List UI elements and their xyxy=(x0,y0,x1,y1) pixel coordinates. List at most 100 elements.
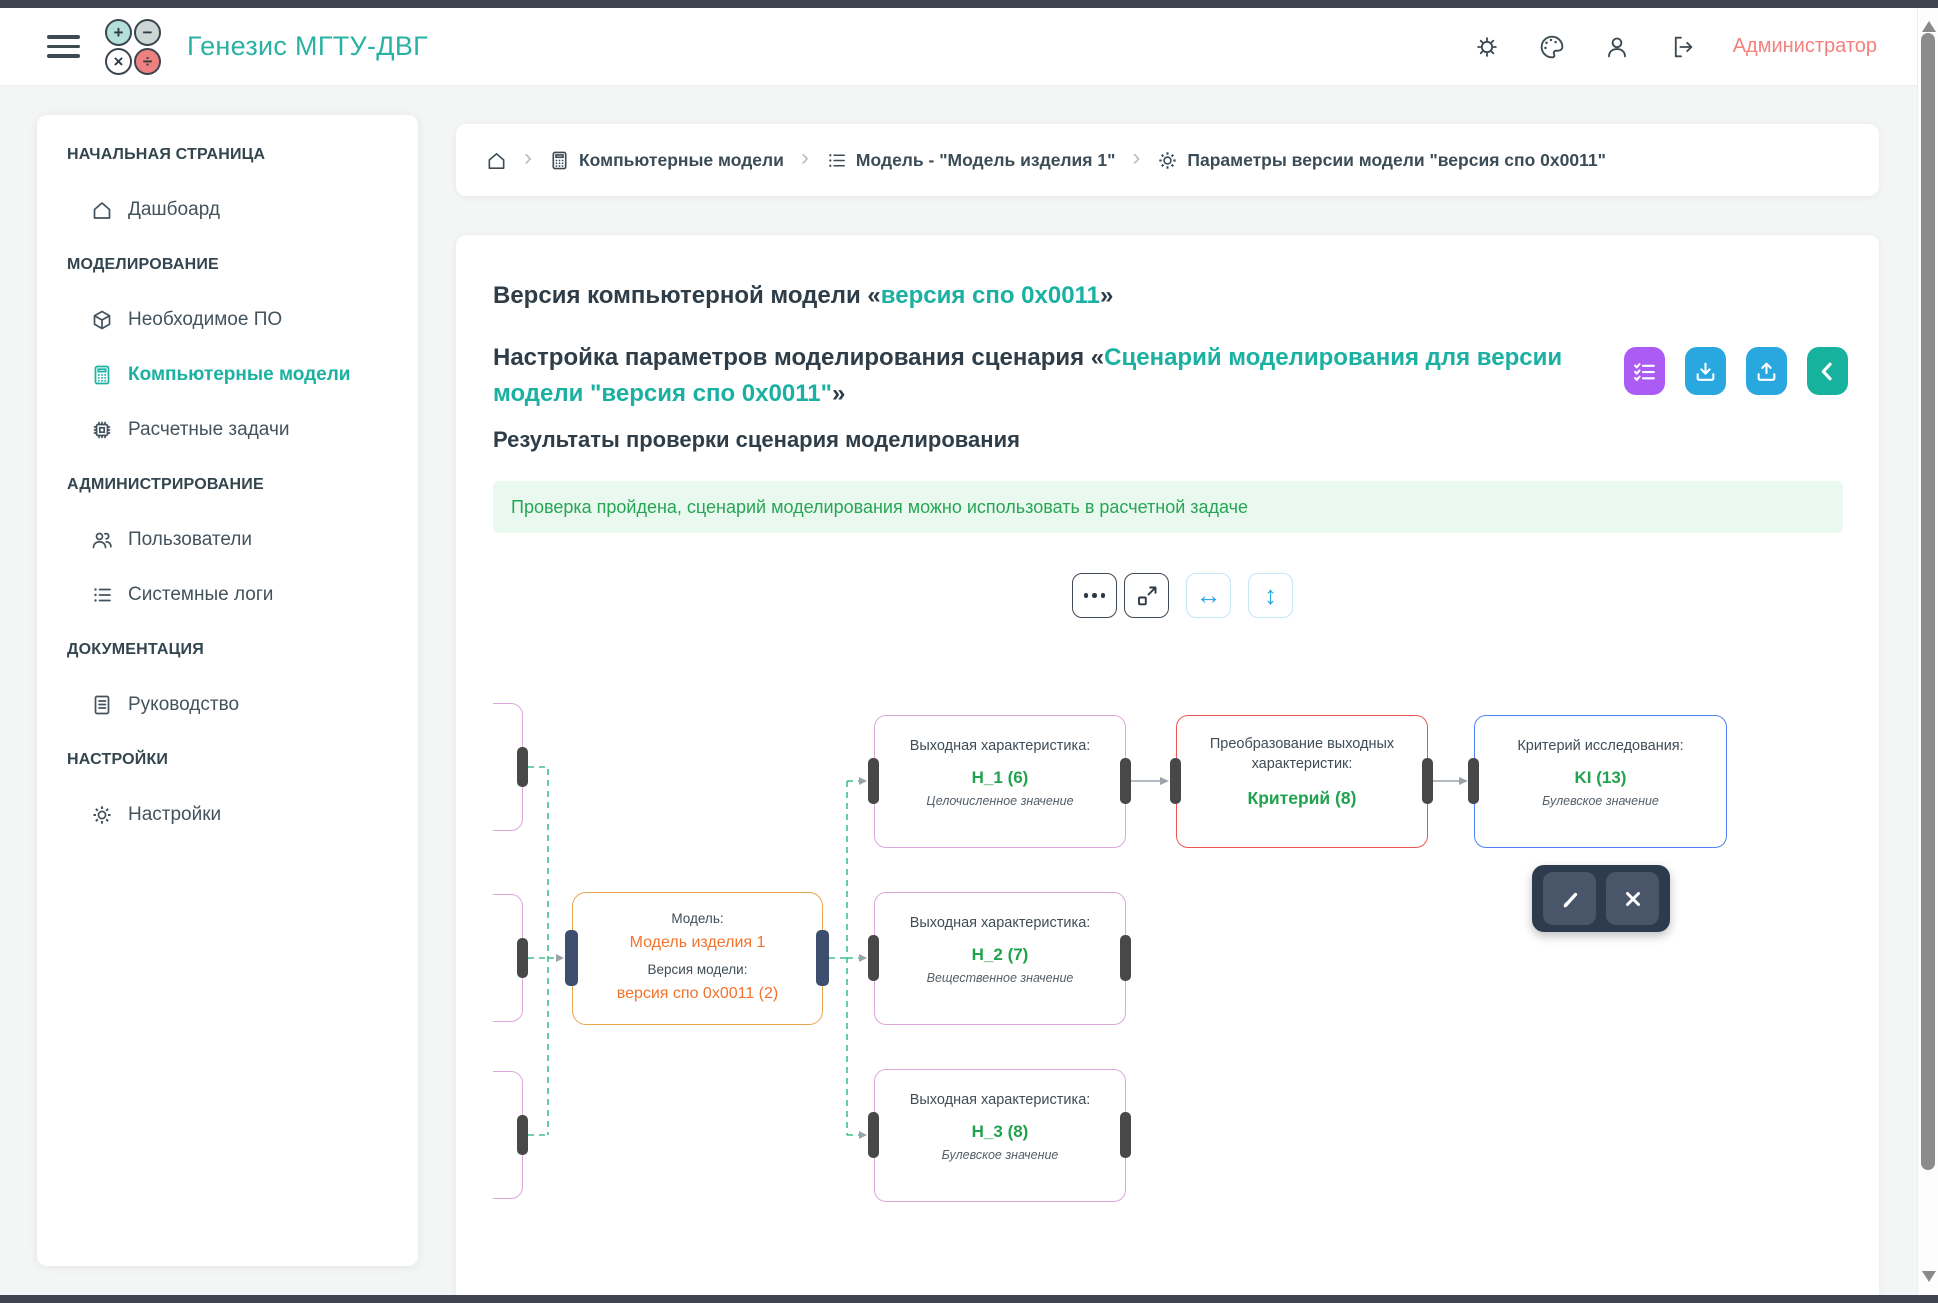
output-node-type: Целочисленное значение xyxy=(926,794,1074,808)
output-node-h3[interactable]: Выходная характеристика: Н_3 (8) Булевск… xyxy=(874,1069,1126,1202)
connection-port[interactable] xyxy=(1468,758,1479,804)
upload-icon xyxy=(1757,362,1776,381)
connection-port[interactable] xyxy=(1120,1112,1131,1158)
checklist-icon xyxy=(1634,362,1655,381)
sidebar-item-dashboard[interactable]: Дашбоард xyxy=(67,182,418,237)
log-list-icon xyxy=(94,587,111,602)
connection-port[interactable] xyxy=(868,1112,879,1158)
users-icon xyxy=(92,532,112,548)
version-title: Версия компьютерной модели «версия спо 0… xyxy=(493,282,1114,309)
model-list-icon xyxy=(829,153,845,167)
sidebar-item-required-software[interactable]: Необходимое ПО xyxy=(67,292,418,347)
sidebar-section-modeling: МОДЕЛИРОВАНИЕ xyxy=(67,255,219,273)
fit-view-button[interactable] xyxy=(1124,573,1169,618)
collapse-back-button[interactable] xyxy=(1807,347,1848,395)
criterion-node-type: Булевское значение xyxy=(1542,794,1659,808)
horizontal-arrows-icon: ↔ xyxy=(1195,580,1222,610)
scroll-down-arrow[interactable] xyxy=(1922,1271,1936,1282)
home-icon xyxy=(93,201,111,219)
sidebar-section-documentation: ДОКУМЕНТАЦИЯ xyxy=(67,640,204,658)
logout-icon[interactable] xyxy=(1668,32,1697,61)
cube-icon xyxy=(93,310,111,329)
output-node-type: Вещественное значение xyxy=(926,971,1074,985)
sidebar-section-settings: НАСТРОЙКИ xyxy=(67,750,169,768)
connection-port[interactable] xyxy=(1120,935,1131,981)
scenario-parameters-button[interactable] xyxy=(1624,347,1665,395)
breadcrumb: › Компьютерные модели › Модель - "Модель… xyxy=(456,124,1879,196)
chevron-right-icon: › xyxy=(1132,144,1141,171)
criterion-node-name: KI (13) xyxy=(1574,768,1627,787)
model-version-label: Версия модели: xyxy=(647,962,748,977)
scenario-action-buttons xyxy=(1624,347,1848,395)
logo-multiply-circle: × xyxy=(105,47,132,75)
app-title: Генезис МГТУ-ДВГ xyxy=(187,31,429,61)
sidebar-item-computer-models[interactable]: Компьютерные модели xyxy=(67,347,418,402)
scenario-title: Настройка параметров моделирования сцена… xyxy=(493,344,1563,407)
app-logo: + − × ÷ xyxy=(105,18,161,75)
output-node-h1[interactable]: Выходная характеристика: Н_1 (6) Целочис… xyxy=(874,715,1126,848)
upload-scenario-button[interactable] xyxy=(1746,347,1787,395)
sidebar-item-calculation-tasks[interactable]: Расчетные задачи xyxy=(67,402,418,457)
connection-port[interactable] xyxy=(868,758,879,804)
results-title: Результаты проверки сценария моделирован… xyxy=(493,427,1020,452)
transform-node-name: Критерий (8) xyxy=(1247,788,1357,808)
output-node-h2[interactable]: Выходная характеристика: Н_2 (7) Веществ… xyxy=(874,892,1126,1025)
model-node[interactable]: Модель: Модель изделия 1 Версия модели: … xyxy=(572,892,823,1025)
connection-port[interactable] xyxy=(517,747,528,787)
download-scenario-button[interactable] xyxy=(1685,347,1726,395)
output-node-name: Н_2 (7) xyxy=(971,945,1029,964)
connection-port[interactable] xyxy=(868,935,879,981)
palette-icon[interactable] xyxy=(1538,32,1567,61)
user-icon[interactable] xyxy=(1603,32,1632,61)
gear-icon xyxy=(93,805,111,824)
criterion-node[interactable]: Критерий исследования: KI (13) Булевское… xyxy=(1474,715,1727,848)
scrollbar-thumb[interactable] xyxy=(1921,33,1935,1170)
more-options-button[interactable] xyxy=(1072,573,1117,618)
breadcrumb-version-params[interactable]: Параметры версии модели "версия спо 0x00… xyxy=(1157,150,1606,171)
sidebar-item-manual[interactable]: Руководство xyxy=(67,677,418,732)
menu-icon[interactable] xyxy=(47,35,80,58)
chip-icon xyxy=(93,421,111,438)
vertical-arrows-icon: ↕ xyxy=(1264,580,1277,610)
model-name: Модель изделия 1 xyxy=(629,934,766,951)
scenario-diagram-canvas[interactable]: Модель: Модель изделия 1 Версия модели: … xyxy=(493,645,1842,1300)
sidebar-section-home: НАЧАЛЬНАЯ СТРАНИЦА xyxy=(67,145,266,163)
sidebar-item-system-logs[interactable]: Системные логи xyxy=(67,567,418,622)
connection-port[interactable] xyxy=(1120,758,1131,804)
logo-divide-circle: ÷ xyxy=(134,47,161,75)
theme-sun-icon[interactable] xyxy=(1473,32,1502,61)
check-passed-alert: Проверка пройдена, сценарий моделировани… xyxy=(493,481,1843,533)
horizontal-layout-button[interactable]: ↔ xyxy=(1186,573,1231,618)
breadcrumb-computer-models[interactable]: Компьютерные модели xyxy=(549,150,784,171)
output-node-type: Булевское значение xyxy=(941,1148,1059,1162)
connection-port[interactable] xyxy=(1422,758,1433,804)
connection-port[interactable] xyxy=(517,938,528,978)
home-icon xyxy=(488,152,505,169)
sidebar-item-users[interactable]: Пользователи xyxy=(67,512,418,567)
connection-port[interactable] xyxy=(565,930,578,986)
calculator-icon xyxy=(94,365,110,384)
calculator-icon xyxy=(552,151,567,169)
scroll-up-arrow[interactable] xyxy=(1922,21,1936,32)
close-icon xyxy=(1625,891,1640,906)
breadcrumb-home[interactable] xyxy=(486,150,507,171)
delete-node-button[interactable] xyxy=(1606,872,1659,925)
vertical-layout-button[interactable]: ↕ xyxy=(1248,573,1293,618)
output-node-name: Н_1 (6) xyxy=(971,768,1029,787)
window-bottom-edge xyxy=(0,1295,1938,1303)
diagram-toolbar: ↔ ↕ xyxy=(1072,573,1293,618)
breadcrumb-model[interactable]: Модель - "Модель изделия 1" xyxy=(826,150,1115,171)
sidebar-nav: НАЧАЛЬНАЯ СТРАНИЦА Дашбоард МОДЕЛИРОВАНИ… xyxy=(37,115,418,1266)
page-scrollbar[interactable] xyxy=(1917,8,1938,1295)
current-user-role[interactable]: Администратор xyxy=(1733,35,1877,58)
connection-port[interactable] xyxy=(816,930,829,986)
sidebar-item-settings[interactable]: Настройки xyxy=(67,787,418,842)
connection-port[interactable] xyxy=(1170,758,1181,804)
connection-port[interactable] xyxy=(517,1115,528,1155)
download-icon xyxy=(1696,362,1715,381)
chevron-right-icon: › xyxy=(524,144,532,171)
model-version-name: версия спо 0x0011 (2) xyxy=(616,985,779,1002)
transform-node[interactable]: Преобразование выходных характеристик: К… xyxy=(1176,715,1428,848)
edit-node-button[interactable] xyxy=(1543,872,1596,925)
pencil-icon xyxy=(1563,892,1577,907)
